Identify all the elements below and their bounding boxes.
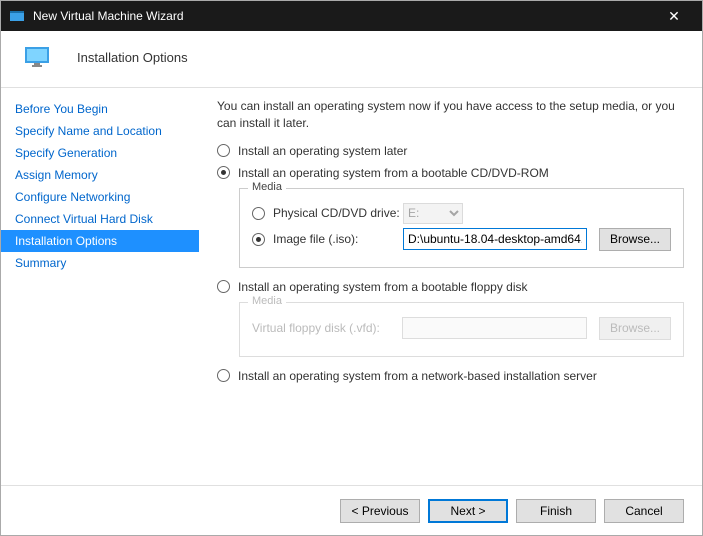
- finish-button[interactable]: Finish: [516, 499, 596, 523]
- browse-iso-button[interactable]: Browse...: [599, 228, 671, 251]
- next-button[interactable]: Next >: [428, 499, 508, 523]
- wizard-footer: < Previous Next > Finish Cancel: [1, 485, 702, 535]
- page-title: Installation Options: [77, 50, 188, 65]
- wizard-header: Installation Options: [1, 31, 702, 88]
- radio-icon: [217, 280, 230, 293]
- physical-drive-select[interactable]: E:: [403, 203, 463, 224]
- radio-icon: [217, 144, 230, 157]
- sidebar-item-summary[interactable]: Summary: [1, 252, 199, 274]
- image-file-input[interactable]: [403, 228, 587, 250]
- physical-drive-row[interactable]: Physical CD/DVD drive: E:: [252, 203, 671, 224]
- cd-media-group: Media Physical CD/DVD drive: E: Image fi…: [239, 188, 684, 268]
- radio-icon: [217, 166, 230, 179]
- cancel-button[interactable]: Cancel: [604, 499, 684, 523]
- sidebar-item-assign-memory[interactable]: Assign Memory: [1, 164, 199, 186]
- option-install-floppy[interactable]: Install an operating system from a boota…: [217, 280, 684, 294]
- radio-icon: [217, 369, 230, 382]
- option-install-network[interactable]: Install an operating system from a netwo…: [217, 369, 684, 383]
- sidebar-item-installation-options[interactable]: Installation Options: [1, 230, 199, 252]
- fieldset-legend: Media: [248, 295, 286, 307]
- option-install-later[interactable]: Install an operating system later: [217, 144, 684, 158]
- floppy-media-group: Media Virtual floppy disk (.vfd): Browse…: [239, 302, 684, 357]
- floppy-label: Virtual floppy disk (.vfd):: [252, 321, 402, 335]
- window-title: New Virtual Machine Wizard: [33, 9, 654, 23]
- browse-floppy-button: Browse...: [599, 317, 671, 340]
- window-icon: [9, 8, 25, 24]
- sidebar-item-before-you-begin[interactable]: Before You Begin: [1, 98, 199, 120]
- wizard-steps: Before You Begin Specify Name and Locati…: [1, 88, 199, 478]
- monitor-icon: [25, 47, 49, 67]
- fieldset-legend: Media: [248, 181, 286, 193]
- physical-drive-label: Physical CD/DVD drive:: [273, 206, 403, 220]
- titlebar: New Virtual Machine Wizard ✕: [1, 1, 702, 31]
- sidebar-item-specify-name[interactable]: Specify Name and Location: [1, 120, 199, 142]
- image-file-row[interactable]: Image file (.iso): Browse...: [252, 228, 671, 251]
- floppy-input: [402, 317, 587, 339]
- option-label: Install an operating system from a boota…: [238, 280, 528, 294]
- intro-text: You can install an operating system now …: [217, 98, 684, 132]
- image-file-label: Image file (.iso):: [273, 232, 403, 246]
- close-icon[interactable]: ✕: [654, 8, 694, 25]
- option-install-cd[interactable]: Install an operating system from a boota…: [217, 166, 684, 180]
- option-label: Install an operating system from a boota…: [238, 166, 549, 180]
- previous-button[interactable]: < Previous: [340, 499, 420, 523]
- sidebar-item-configure-networking[interactable]: Configure Networking: [1, 186, 199, 208]
- sidebar-item-connect-vhd[interactable]: Connect Virtual Hard Disk: [1, 208, 199, 230]
- radio-icon: [252, 233, 265, 246]
- content-pane: You can install an operating system now …: [199, 88, 702, 478]
- sidebar-item-specify-generation[interactable]: Specify Generation: [1, 142, 199, 164]
- radio-icon: [252, 207, 265, 220]
- option-label: Install an operating system from a netwo…: [238, 369, 597, 383]
- option-label: Install an operating system later: [238, 144, 407, 158]
